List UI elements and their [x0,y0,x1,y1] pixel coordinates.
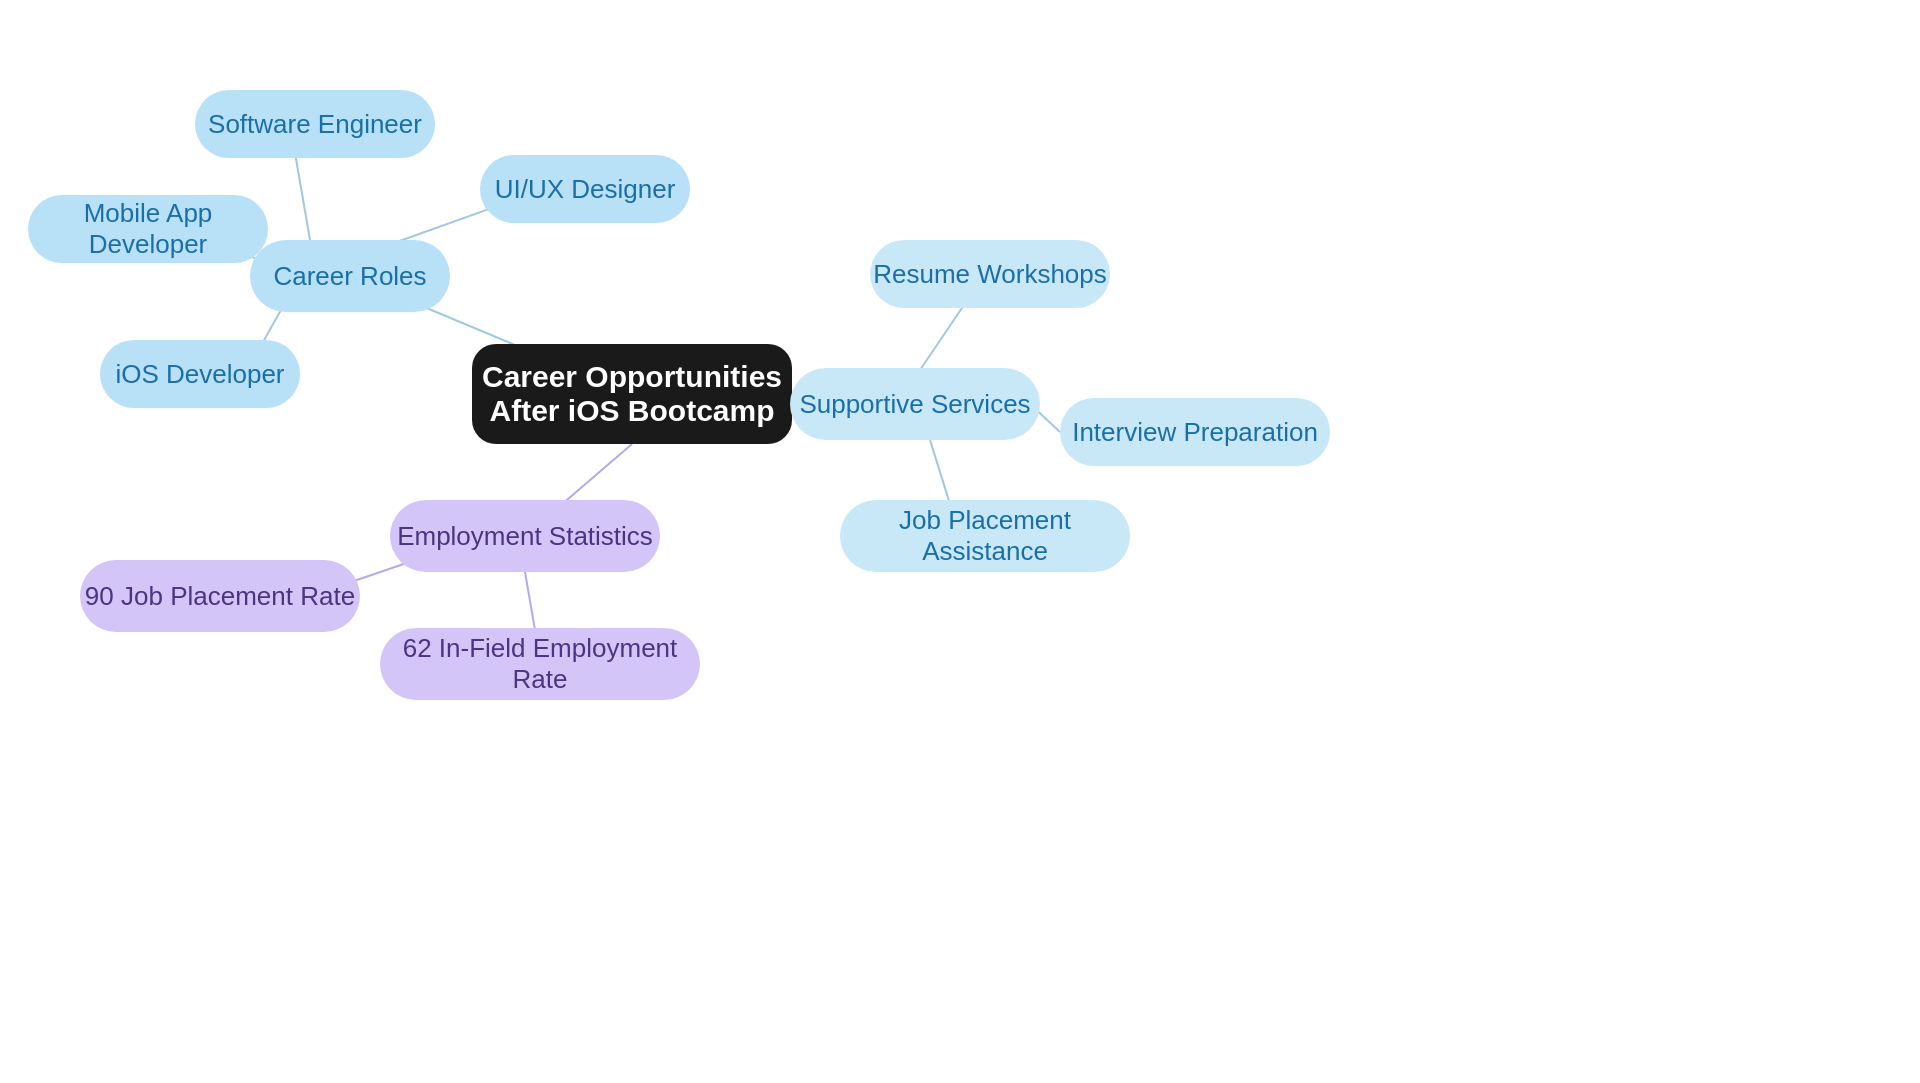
career-roles-node[interactable]: Career Roles [250,240,450,312]
center-node[interactable]: Career Opportunities After iOS Bootcamp [472,344,792,444]
job-placement-assistance-node[interactable]: Job Placement Assistance [840,500,1130,572]
employment-statistics-node[interactable]: Employment Statistics [390,500,660,572]
software-engineer-node[interactable]: Software Engineer [195,90,435,158]
resume-workshops-node[interactable]: Resume Workshops [870,240,1110,308]
in-field-employment-node[interactable]: 62 In-Field Employment Rate [380,628,700,700]
ios-developer-node[interactable]: iOS Developer [100,340,300,408]
ui-ux-designer-node[interactable]: UI/UX Designer [480,155,690,223]
interview-preparation-node[interactable]: Interview Preparation [1060,398,1330,466]
job-placement-rate-node[interactable]: 90 Job Placement Rate [80,560,360,632]
mobile-app-developer-node[interactable]: Mobile App Developer [28,195,268,263]
supportive-services-node[interactable]: Supportive Services [790,368,1040,440]
svg-line-7 [525,572,535,630]
